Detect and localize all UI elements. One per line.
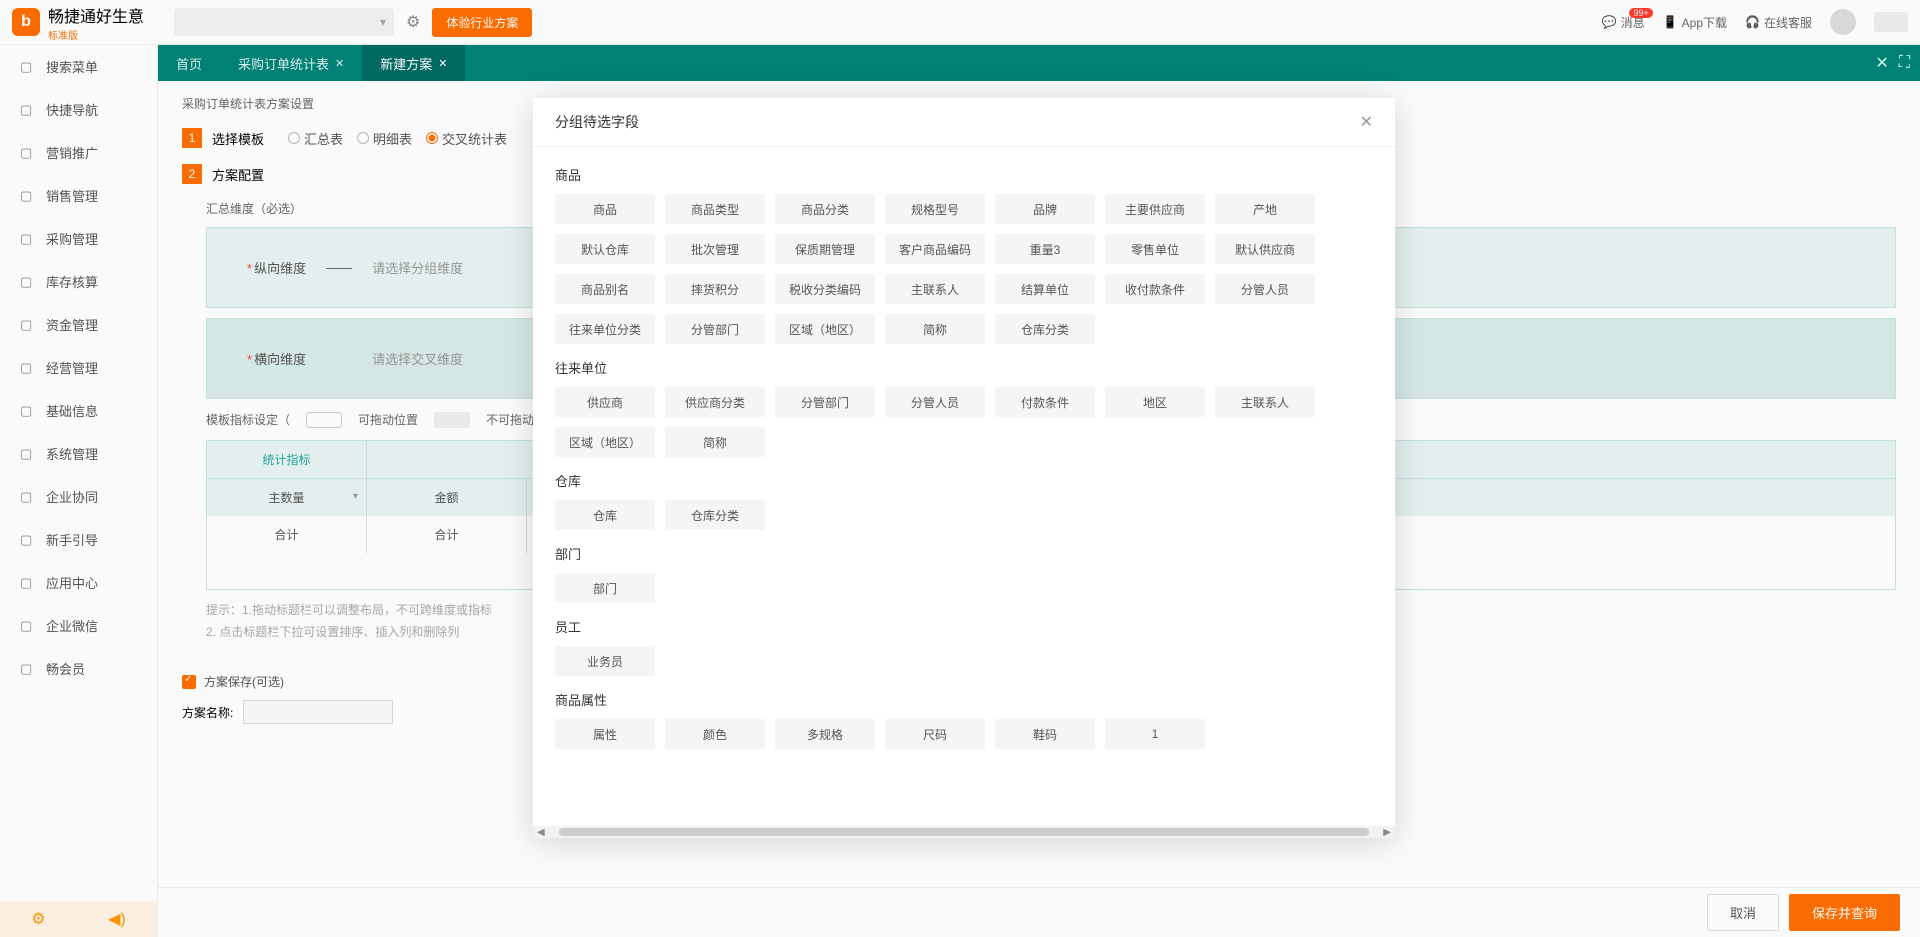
field-tag[interactable]: 商品别名	[555, 274, 655, 304]
field-group-row: 仓库仓库分类	[555, 500, 1373, 530]
field-group-title: 部门	[555, 544, 1373, 563]
modal-body[interactable]: 商品商品商品类型商品分类规格型号品牌主要供应商产地默认仓库批次管理保质期管理客户…	[533, 147, 1395, 826]
field-tag[interactable]: 区域（地区）	[775, 314, 875, 344]
field-tag[interactable]: 分管人员	[885, 387, 985, 417]
field-tag[interactable]: 区域（地区）	[555, 427, 655, 457]
field-tag[interactable]: 简称	[665, 427, 765, 457]
field-group-row: 供应商供应商分类分管部门分管人员付款条件地区主联系人区域（地区） 简称	[555, 387, 1373, 457]
field-tag[interactable]: 部门	[555, 573, 655, 603]
field-tag[interactable]: 供应商分类	[665, 387, 765, 417]
field-tag[interactable]: 主联系人	[1215, 387, 1315, 417]
field-tag[interactable]: 多规格	[775, 719, 875, 749]
modal-h-scrollbar[interactable]: ◀ ▶	[533, 826, 1395, 838]
field-group-row: 业务员	[555, 646, 1373, 676]
field-tag[interactable]: 供应商	[555, 387, 655, 417]
field-tag[interactable]: 仓库分类	[665, 500, 765, 530]
field-tag[interactable]: 主联系人	[885, 274, 985, 304]
field-tag[interactable]: 批次管理	[665, 234, 765, 264]
field-tag[interactable]: 客户商品编码	[885, 234, 985, 264]
modal-header: 分组待选字段 ✕	[533, 98, 1395, 147]
field-group-title: 商品属性	[555, 690, 1373, 709]
field-tag[interactable]: 商品分类	[775, 194, 875, 224]
field-tag[interactable]: 规格型号	[885, 194, 985, 224]
field-tag[interactable]: 默认供应商	[1215, 234, 1315, 264]
field-tag[interactable]: 商品	[555, 194, 655, 224]
field-tag[interactable]: 地区	[1105, 387, 1205, 417]
field-tag[interactable]: 属性	[555, 719, 655, 749]
field-tag[interactable]: 仓库分类	[995, 314, 1095, 344]
scroll-left-icon[interactable]: ◀	[533, 827, 549, 838]
field-tag[interactable]: 业务员	[555, 646, 655, 676]
field-tag[interactable]: 品牌	[995, 194, 1095, 224]
field-group-title: 往来单位	[555, 358, 1373, 377]
field-group-title: 仓库	[555, 471, 1373, 490]
field-tag[interactable]: 收付款条件	[1105, 274, 1205, 304]
field-tag[interactable]: 保质期管理	[775, 234, 875, 264]
modal-title: 分组待选字段	[555, 112, 639, 132]
field-tag[interactable]: 零售单位	[1105, 234, 1205, 264]
field-tag[interactable]: 主要供应商	[1105, 194, 1205, 224]
field-tag[interactable]: 结算单位	[995, 274, 1095, 304]
field-tag[interactable]: 仓库	[555, 500, 655, 530]
field-tag[interactable]: 往来单位分类	[555, 314, 655, 344]
field-tag[interactable]: 税收分类编码	[775, 274, 875, 304]
field-tag[interactable]: 鞋码	[995, 719, 1095, 749]
field-tag[interactable]: 尺码	[885, 719, 985, 749]
scroll-right-icon[interactable]: ▶	[1379, 827, 1395, 838]
field-tag[interactable]: 摔货积分	[665, 274, 765, 304]
field-tag[interactable]: 颜色	[665, 719, 765, 749]
field-tag[interactable]: 简称	[885, 314, 985, 344]
field-picker-modal: 分组待选字段 ✕ 商品商品商品类型商品分类规格型号品牌主要供应商产地默认仓库批次…	[533, 98, 1395, 838]
field-tag[interactable]: 分管人员	[1215, 274, 1315, 304]
field-group-title: 商品	[555, 165, 1373, 184]
field-tag[interactable]: 重量3	[995, 234, 1095, 264]
field-tag[interactable]: 分管部门	[775, 387, 875, 417]
field-tag[interactable]: 产地	[1215, 194, 1315, 224]
field-group-title: 员工	[555, 617, 1373, 636]
scroll-track[interactable]	[559, 828, 1370, 836]
field-group-row: 属性颜色多规格尺码鞋码 1	[555, 719, 1373, 749]
field-group-row: 部门	[555, 573, 1373, 603]
field-tag[interactable]: 商品类型	[665, 194, 765, 224]
field-group-row: 商品商品类型商品分类规格型号品牌主要供应商产地默认仓库批次管理保质期管理客户商品…	[555, 194, 1373, 344]
field-tag[interactable]: 付款条件	[995, 387, 1095, 417]
field-tag[interactable]: 1	[1105, 719, 1205, 749]
close-icon[interactable]: ✕	[1360, 112, 1373, 132]
field-tag[interactable]: 默认仓库	[555, 234, 655, 264]
field-tag[interactable]: 分管部门	[665, 314, 765, 344]
